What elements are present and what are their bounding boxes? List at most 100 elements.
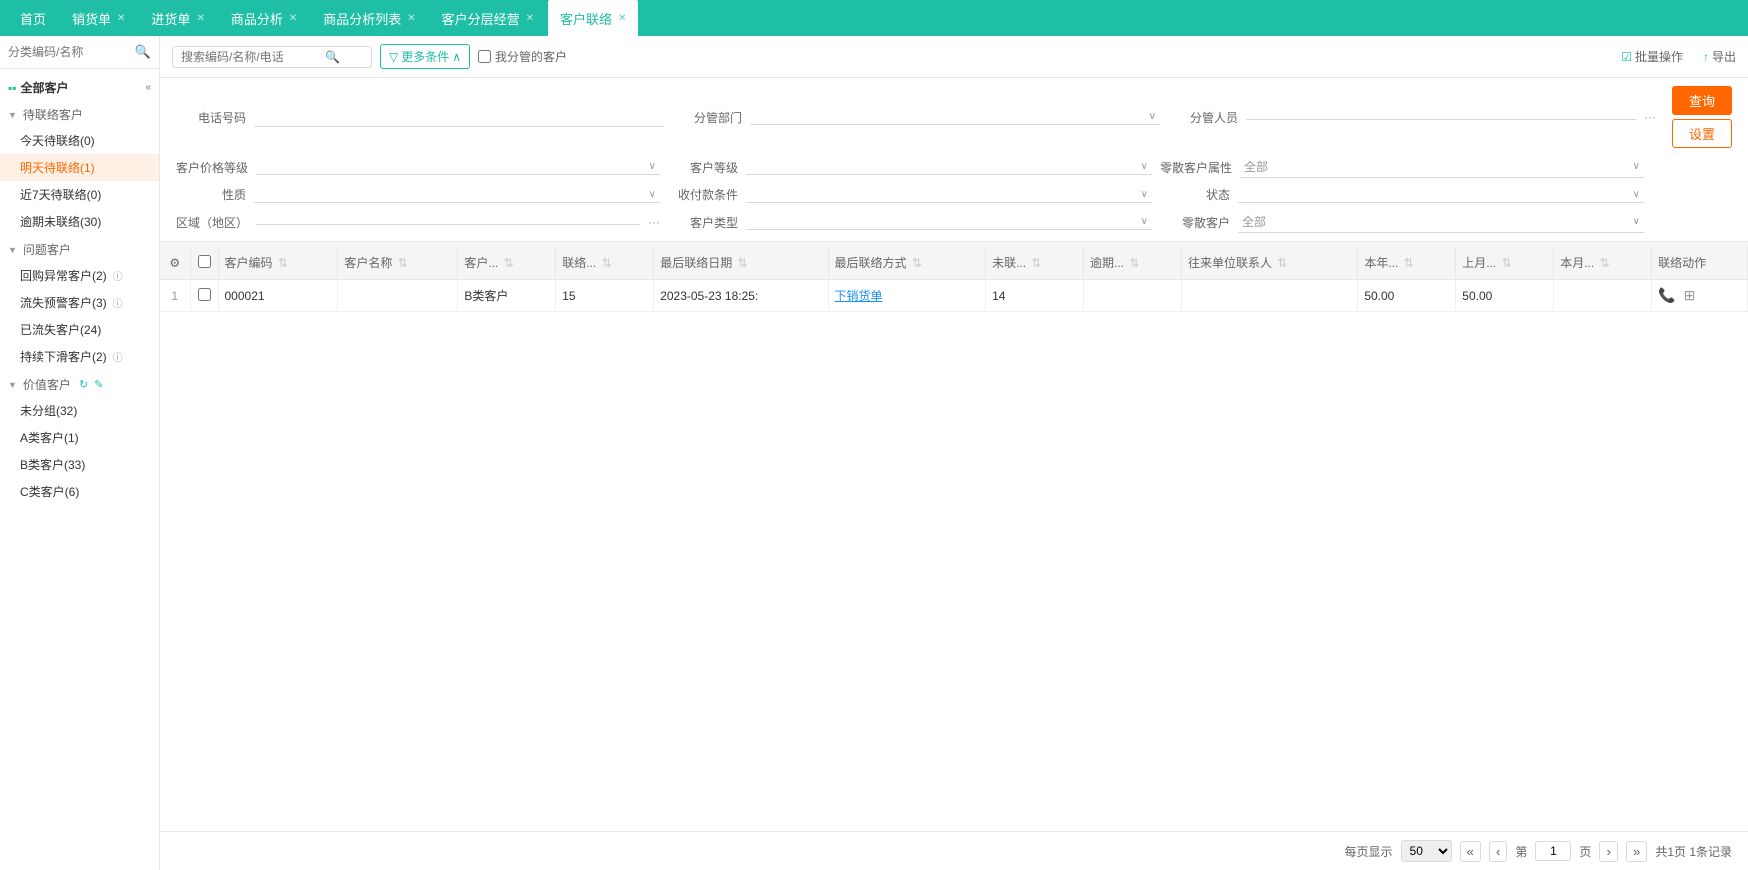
sidebar-item-overdue-contact[interactable]: 逾期未联络(30) — [0, 208, 159, 235]
sidebar-item-repurchase-abnormal[interactable]: 回购异常客户(2) ⓘ — [0, 262, 159, 289]
sidebar-item-class-b[interactable]: B类客户(33) — [0, 451, 159, 478]
close-icon[interactable]: ✕ — [526, 13, 534, 24]
row-overdue — [1084, 280, 1182, 312]
sidebar-item-tomorrow-contact[interactable]: 明天待联络(1) — [0, 154, 159, 181]
col-customer-code[interactable]: 客户编码 ⇅ — [218, 246, 338, 280]
filter-status-select[interactable]: ∨ — [1238, 187, 1644, 203]
col-unit-contact[interactable]: 往来单位联系人 ⇅ — [1181, 246, 1357, 280]
row-checkbox[interactable] — [190, 280, 218, 312]
bulk-ops-btn[interactable]: ☑ 批量操作 — [1621, 48, 1683, 65]
page-unit: 页 — [1579, 843, 1591, 860]
filter-nature-select[interactable]: ∨ — [254, 187, 660, 203]
nav-sales[interactable]: 销货单 ✕ — [60, 0, 137, 36]
info-icon: ⓘ — [113, 349, 123, 364]
sidebar-item-already-lost[interactable]: 已流失客户(24) — [0, 316, 159, 343]
sidebar-item-class-a[interactable]: A类客户(1) — [0, 424, 159, 451]
nav-customer-contact[interactable]: 客户联络 ✕ — [548, 0, 638, 36]
close-icon[interactable]: ✕ — [196, 13, 204, 24]
search-icon[interactable]: 🔍 — [135, 44, 151, 60]
filter-region-dots[interactable]: ··· — [648, 215, 660, 229]
filter-retail-attr: 零散客户属性 全部 ∨ — [1160, 156, 1644, 178]
col-last-month[interactable]: 上月... ⇅ — [1456, 246, 1554, 280]
grid-icon[interactable]: ⊞ — [1684, 287, 1696, 304]
nav-customer-layer[interactable]: 客户分层经营 ✕ — [430, 0, 546, 36]
chevron-up-icon: ∧ — [452, 50, 461, 64]
filter-retail-customer-label: 零散客户 — [1160, 214, 1230, 231]
page-input[interactable] — [1535, 841, 1571, 861]
filter-retail-attr-select[interactable]: 全部 ∨ — [1240, 156, 1644, 178]
filter-retail-customer-select[interactable]: 全部 ∨ — [1238, 211, 1644, 233]
nav-home[interactable]: 首页 — [8, 0, 58, 36]
sidebar-item-class-c[interactable]: C类客户(6) — [0, 478, 159, 505]
export-btn[interactable]: ↑ 导出 — [1703, 48, 1736, 65]
search-icon[interactable]: 🔍 — [325, 50, 340, 64]
table-row: 1 000021 B类客户 15 2023-05-23 18:25: 下销货单 … — [160, 280, 1748, 312]
sidebar-item-continuous-decline[interactable]: 持续下滑客户(2) ⓘ — [0, 343, 159, 370]
col-last-contact-method[interactable]: 最后联络方式 ⇅ — [828, 246, 986, 280]
close-icon[interactable]: ✕ — [618, 13, 626, 24]
filter-phone-input[interactable] — [254, 108, 664, 127]
query-button[interactable]: 查询 — [1672, 86, 1732, 115]
filter-region-label: 区域（地区） — [176, 214, 248, 231]
nav-goods-analysis[interactable]: 商品分析 ✕ — [219, 0, 309, 36]
page-size-select[interactable]: 50 10 20 100 — [1401, 840, 1452, 862]
filter-customer-type-select[interactable]: ∨ — [746, 214, 1152, 230]
checkbox-col-header[interactable] — [190, 246, 218, 280]
filter-region: 区域（地区） ··· — [176, 214, 660, 231]
filter-status-label: 状态 — [1160, 186, 1230, 203]
filter-payment-select[interactable]: ∨ — [746, 187, 1152, 203]
category-search-input[interactable] — [8, 45, 131, 59]
refresh-icon[interactable]: ↻ — [79, 378, 88, 391]
nav-purchase[interactable]: 进货单 ✕ — [139, 0, 216, 36]
nav-goods-analysis-list[interactable]: 商品分析列表 ✕ — [311, 0, 427, 36]
sidebar-item-week-contact[interactable]: 近7天待联络(0) — [0, 181, 159, 208]
sidebar-item-today-contact[interactable]: 今天待联络(0) — [0, 127, 159, 154]
settings-col-header[interactable]: ⚙ — [160, 246, 190, 280]
sidebar-item-lost-risk[interactable]: 流失预警客户(3) ⓘ — [0, 289, 159, 316]
col-last-contact-date[interactable]: 最后联络日期 ⇅ — [654, 246, 828, 280]
search-input[interactable] — [181, 50, 321, 64]
filter-manager-dots[interactable]: ··· — [1644, 110, 1656, 124]
collapse-icon: ▼ — [8, 245, 17, 255]
close-icon[interactable]: ✕ — [407, 13, 415, 24]
filter-price-grade-select[interactable]: ∨ — [256, 159, 660, 175]
filter-search-box: 🔍 — [172, 46, 372, 68]
sort-icon: ⇅ — [1277, 256, 1287, 270]
col-this-month[interactable]: 本月... ⇅ — [1554, 246, 1652, 280]
my-customer-checkbox[interactable]: 我分管的客户 — [478, 48, 567, 65]
grid-icon: ▪▪ — [8, 81, 17, 95]
sidebar-group-problem: ▼ 问题客户 回购异常客户(2) ⓘ 流失预警客户(3) ⓘ 已流失客户(24)… — [0, 235, 159, 370]
col-customer-name[interactable]: 客户名称 ⇅ — [338, 246, 458, 280]
collapse-icon: ▼ — [8, 380, 17, 390]
sidebar-group-pending-header[interactable]: ▼ 待联络客户 — [0, 100, 159, 127]
col-uncontacted[interactable]: 未联... ⇅ — [986, 246, 1084, 280]
col-this-year[interactable]: 本年... ⇅ — [1358, 246, 1456, 280]
sidebar-group-problem-header[interactable]: ▼ 问题客户 — [0, 235, 159, 262]
col-contact-count[interactable]: 联络... ⇅ — [556, 246, 654, 280]
more-conditions-btn[interactable]: ▽ 更多条件 ∧ — [380, 44, 470, 69]
sidebar-group-value-header[interactable]: ▼ 价值客户 ↻ ✎ — [0, 370, 159, 397]
sidebar-item-all-customers[interactable]: ▪▪ 全部客户 « — [0, 73, 159, 100]
sidebar-item-ungrouped[interactable]: 未分组(32) — [0, 397, 159, 424]
sort-icon: ⇅ — [1502, 256, 1512, 270]
col-customer-type[interactable]: 客户... ⇅ — [458, 246, 556, 280]
phone-icon[interactable]: 📞 — [1658, 287, 1675, 304]
filter-phone: 电话号码 — [176, 108, 664, 127]
edit-icon[interactable]: ✎ — [94, 378, 103, 391]
filter-manager: 分管人员 ··· — [1168, 109, 1656, 126]
close-icon[interactable]: ✕ — [117, 13, 125, 24]
filter-payment: 收付款条件 ∨ — [668, 186, 1152, 203]
close-icon[interactable]: ✕ — [289, 13, 297, 24]
filter-customer-grade-select[interactable]: ∨ — [746, 159, 1152, 175]
next-page-btn[interactable]: › — [1599, 841, 1617, 862]
filter-dept-select[interactable]: ∨ — [750, 109, 1160, 125]
set-button[interactable]: 设置 — [1672, 119, 1732, 148]
collapse-icon[interactable]: « — [145, 82, 151, 93]
last-page-btn[interactable]: » — [1626, 841, 1647, 862]
filter-nature: 性质 ∨ — [176, 186, 660, 203]
col-overdue[interactable]: 逾期... ⇅ — [1084, 246, 1182, 280]
row-last-contact-method[interactable]: 下销货单 — [828, 280, 986, 312]
sort-icon: ⇅ — [398, 256, 408, 270]
prev-page-btn[interactable]: ‹ — [1489, 841, 1507, 862]
first-page-btn[interactable]: « — [1460, 841, 1481, 862]
